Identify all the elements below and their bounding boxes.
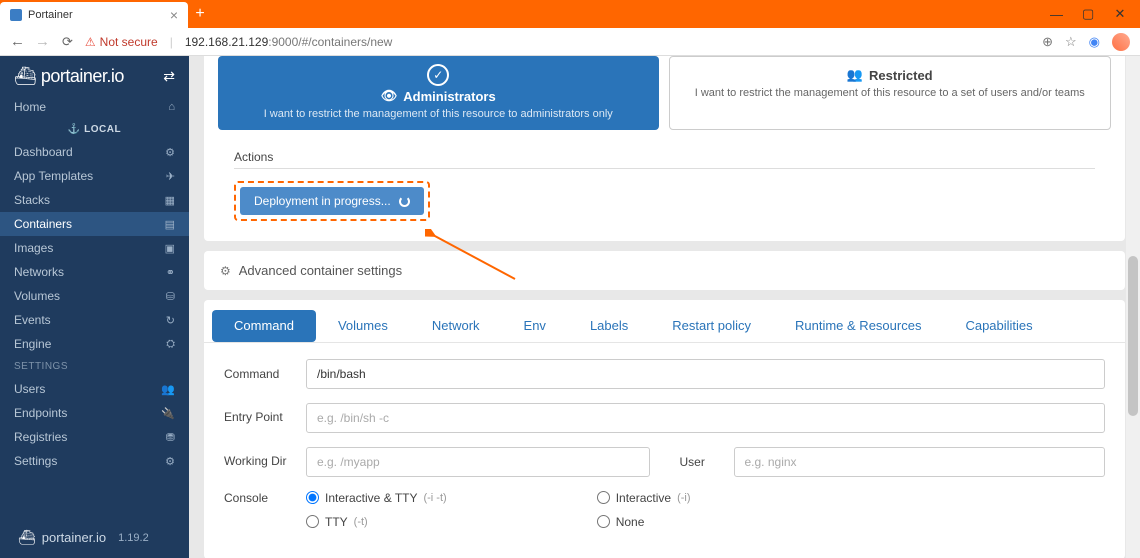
- tab-title: Portainer: [28, 9, 73, 21]
- advanced-settings-header[interactable]: ⚙ Advanced container settings: [204, 251, 1125, 290]
- window-close-button[interactable]: ✕: [1114, 6, 1126, 22]
- tab-runtime[interactable]: Runtime & Resources: [773, 310, 943, 342]
- tab-favicon: [10, 9, 22, 21]
- window-maximize-button[interactable]: ▢: [1082, 6, 1094, 22]
- sidebar-item-networks[interactable]: Networks⚭: [0, 260, 189, 284]
- profile-avatar[interactable]: [1112, 33, 1130, 51]
- images-icon: ▣: [165, 242, 175, 255]
- endpoints-icon: 🔌: [161, 407, 175, 420]
- tab-restart[interactable]: Restart policy: [650, 310, 773, 342]
- not-secure-badge[interactable]: Not secure: [85, 35, 158, 49]
- console-interactive-tty[interactable]: Interactive & TTY (-i -t): [306, 491, 447, 505]
- entrypoint-input[interactable]: [306, 403, 1105, 433]
- command-input[interactable]: [306, 359, 1105, 389]
- engine-icon: ⛭: [166, 338, 175, 351]
- sidebar-item-settings[interactable]: Settings⚙: [0, 449, 189, 473]
- sidebar-item-events[interactable]: Events↻: [0, 308, 189, 332]
- scrollbar[interactable]: [1126, 56, 1140, 558]
- logo-icon: ⛴: [14, 66, 37, 87]
- containers-icon: ▤: [165, 218, 175, 231]
- sidebar-item-home[interactable]: Home ⌂: [0, 95, 189, 119]
- sidebar-item-stacks[interactable]: Stacks▦: [0, 188, 189, 212]
- workdir-input[interactable]: [306, 447, 650, 477]
- gear-icon: ⚙: [220, 264, 231, 278]
- extension-icon[interactable]: ◉: [1089, 34, 1100, 50]
- access-card-administrators[interactable]: ✓ 👁Administrators I want to restrict the…: [218, 56, 659, 130]
- templates-icon: ✈: [166, 170, 175, 183]
- browser-tab-strip: Portainer × + — ▢ ✕: [0, 0, 1140, 28]
- browser-back-button[interactable]: ←: [10, 33, 25, 50]
- warning-icon: [85, 35, 96, 49]
- console-interactive[interactable]: Interactive (-i): [597, 491, 691, 505]
- logo[interactable]: ⛴ portainer.io: [14, 66, 124, 87]
- user-input[interactable]: [734, 447, 1106, 477]
- sidebar: ⛴ portainer.io ⇄ Home ⌂ ⚓ LOCAL Dashboar…: [0, 56, 189, 558]
- deploy-button[interactable]: Deployment in progress...: [240, 187, 424, 215]
- browser-address-bar: ← → ⟳ Not secure | 192.168.21.129:9000/#…: [0, 28, 1140, 56]
- scrollbar-thumb[interactable]: [1128, 256, 1138, 416]
- url-text[interactable]: 192.168.21.129:9000/#/containers/new: [185, 35, 1030, 49]
- sidebar-footer: ⛴ portainer.io 1.19.2: [0, 517, 189, 558]
- workdir-label: Working Dir: [224, 454, 292, 468]
- zoom-icon[interactable]: ⊕: [1042, 34, 1053, 50]
- sidebar-local-label: ⚓ LOCAL: [0, 119, 189, 140]
- sidebar-item-endpoints[interactable]: Endpoints🔌: [0, 401, 189, 425]
- console-tty[interactable]: TTY (-t): [306, 515, 447, 529]
- tab-env[interactable]: Env: [502, 310, 568, 342]
- users-icon: 👥: [161, 383, 175, 396]
- sidebar-item-engine[interactable]: Engine⛭: [0, 332, 189, 356]
- eye-icon: 👁: [381, 88, 398, 104]
- console-label: Console: [224, 491, 292, 505]
- command-label: Command: [224, 367, 292, 381]
- events-icon: ↻: [166, 314, 175, 327]
- registries-icon: ⛃: [166, 431, 175, 444]
- settings-tabs: Command Volumes Network Env Labels Resta…: [204, 300, 1125, 343]
- sidebar-item-users[interactable]: Users👥: [0, 377, 189, 401]
- sidebar-settings-heading: SETTINGS: [0, 356, 189, 377]
- star-icon[interactable]: ☆: [1065, 34, 1077, 50]
- annotation-highlight: Deployment in progress...: [234, 181, 430, 221]
- spinner-icon: [399, 196, 410, 207]
- sidebar-toggle-icon[interactable]: ⇄: [163, 68, 175, 85]
- browser-forward-button[interactable]: →: [35, 33, 50, 50]
- main-content: ✓ 👁Administrators I want to restrict the…: [189, 56, 1140, 558]
- settings-icon: ⚙: [165, 455, 175, 468]
- console-none[interactable]: None: [597, 515, 691, 529]
- tab-labels[interactable]: Labels: [568, 310, 650, 342]
- entrypoint-label: Entry Point: [224, 410, 292, 424]
- volumes-icon: ⛁: [166, 290, 175, 303]
- new-tab-button[interactable]: +: [188, 0, 212, 28]
- browser-reload-button[interactable]: ⟳: [62, 34, 73, 50]
- user-label: User: [680, 455, 720, 469]
- dashboard-icon: ⚙: [165, 146, 175, 159]
- stacks-icon: ▦: [165, 194, 175, 207]
- tab-volumes[interactable]: Volumes: [316, 310, 410, 342]
- sidebar-item-images[interactable]: Images▣: [0, 236, 189, 260]
- footer-logo-icon: ⛴: [18, 529, 36, 546]
- window-minimize-button[interactable]: —: [1050, 7, 1062, 22]
- sidebar-item-app-templates[interactable]: App Templates✈: [0, 164, 189, 188]
- tab-capabilities[interactable]: Capabilities: [943, 310, 1054, 342]
- home-icon: ⌂: [168, 101, 175, 113]
- browser-tab[interactable]: Portainer ×: [0, 2, 188, 28]
- networks-icon: ⚭: [166, 266, 175, 279]
- close-tab-icon[interactable]: ×: [170, 7, 178, 23]
- sidebar-item-volumes[interactable]: Volumes⛁: [0, 284, 189, 308]
- access-card-restricted[interactable]: 👥Restricted I want to restrict the manag…: [669, 56, 1112, 130]
- sidebar-item-registries[interactable]: Registries⛃: [0, 425, 189, 449]
- actions-heading: Actions: [234, 150, 1095, 169]
- check-icon: ✓: [427, 64, 449, 86]
- tab-network[interactable]: Network: [410, 310, 502, 342]
- users-group-icon: 👥: [847, 67, 863, 83]
- sidebar-item-containers[interactable]: Containers▤: [0, 212, 189, 236]
- sidebar-item-dashboard[interactable]: Dashboard⚙: [0, 140, 189, 164]
- tab-command[interactable]: Command: [212, 310, 316, 342]
